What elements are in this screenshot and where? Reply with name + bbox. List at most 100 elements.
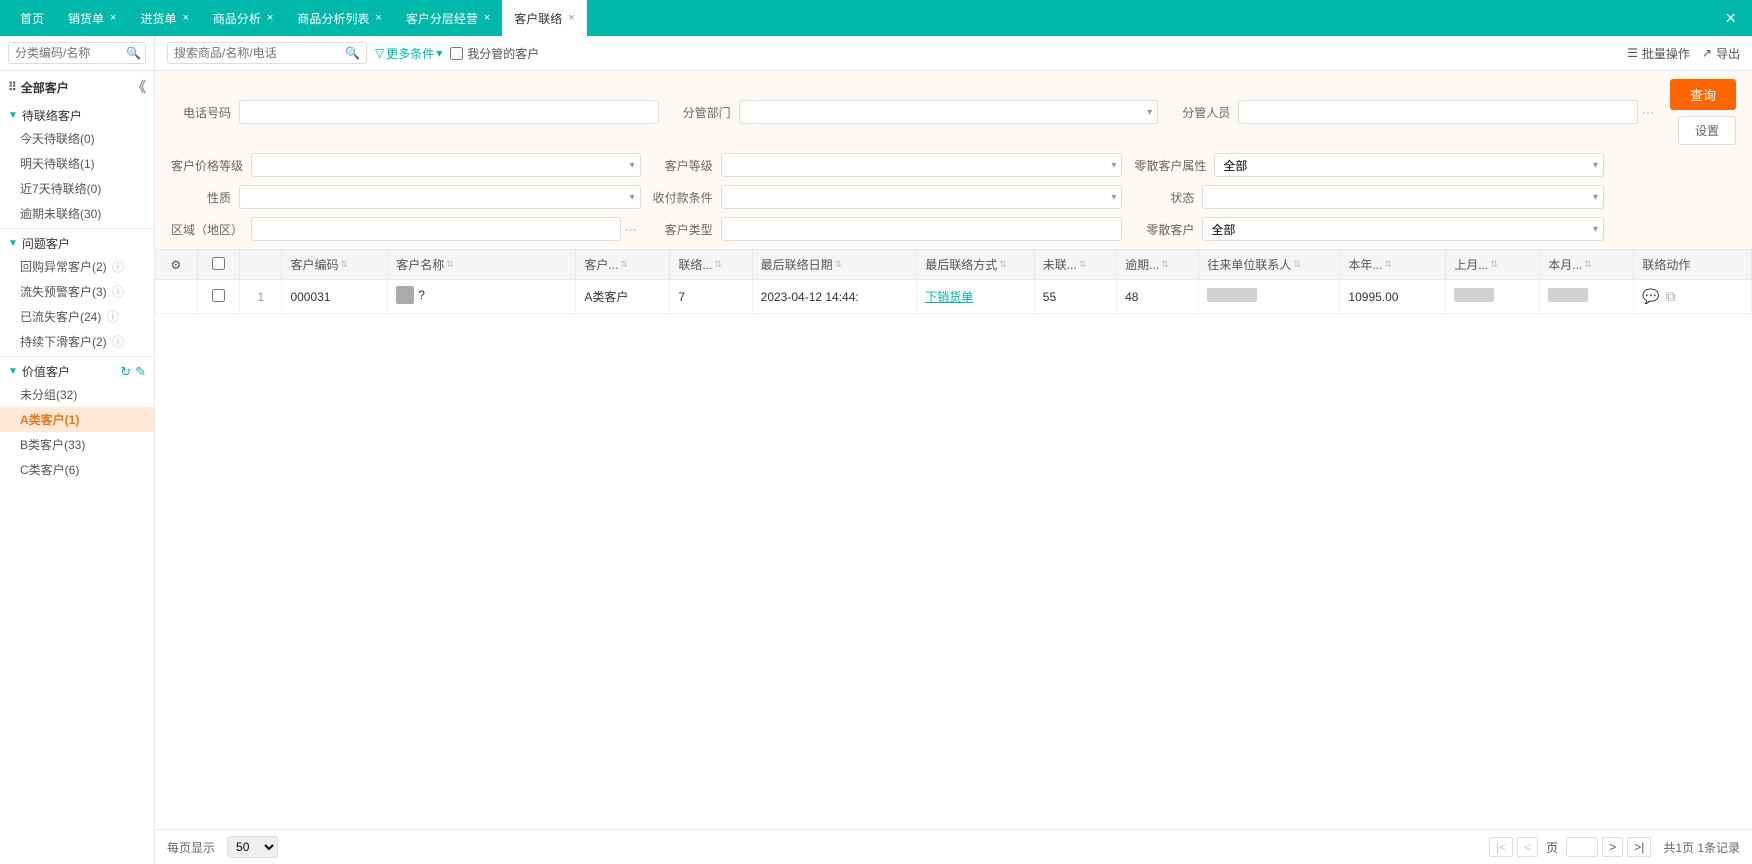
- sidebar-item-overdue-contact[interactable]: 逾期未联络(30): [0, 201, 154, 226]
- nav-sales-order[interactable]: 销货单 ×: [56, 0, 128, 36]
- filter-search-input[interactable]: [174, 46, 341, 60]
- nav-product-analysis[interactable]: 商品分析 ×: [201, 0, 285, 36]
- last-page-btn[interactable]: >|: [1627, 837, 1651, 857]
- filter-nature-select[interactable]: [239, 185, 641, 209]
- row-not-contacted-cell: 55: [1034, 280, 1116, 314]
- region-dots-icon[interactable]: ···: [621, 222, 641, 236]
- filter-price-level-select[interactable]: [251, 153, 641, 177]
- col-customer-code-header[interactable]: 客户编码⇅: [282, 250, 388, 280]
- refresh-icon[interactable]: ↻: [120, 364, 131, 380]
- close-purchase-order-icon[interactable]: ×: [182, 12, 188, 24]
- sidebar-search-icon[interactable]: 🔍: [126, 46, 141, 60]
- filter-bar: 🔍 ▽ 更多条件 ▾ 我分管的客户 ☰ 批量操作 ↗ 导出: [155, 36, 1752, 71]
- row-check-cell[interactable]: [197, 280, 239, 314]
- col-last-date-header[interactable]: 最后联络日期⇅: [752, 250, 917, 280]
- close-customer-segmentation-icon[interactable]: ×: [484, 12, 490, 24]
- col-last-month-header[interactable]: 上月...⇅: [1446, 250, 1540, 280]
- filter-retail-attr-select[interactable]: [1214, 153, 1604, 177]
- query-button[interactable]: 查询: [1670, 79, 1736, 110]
- close-customer-contact-icon[interactable]: ×: [568, 12, 574, 24]
- col-select-all[interactable]: [197, 250, 239, 280]
- filter-phone-input[interactable]: [239, 100, 659, 124]
- filter-dept-input[interactable]: [739, 100, 1159, 124]
- sidebar: 🔍 ⠿ 全部客户 《 ▼ 待联络客户 今天待联络(0) 明天待联络(1) 近7天…: [0, 36, 155, 864]
- col-prev-contact-header[interactable]: 往来单位联系人⇅: [1199, 250, 1340, 280]
- page-number-input[interactable]: 1: [1566, 837, 1598, 857]
- col-not-contacted-header[interactable]: 未联...⇅: [1034, 250, 1116, 280]
- per-page-select[interactable]: 50 100 200: [227, 836, 278, 858]
- settings-button[interactable]: 设置: [1678, 116, 1736, 145]
- filter-retail-customer-select[interactable]: [1202, 217, 1604, 241]
- nav-customer-segmentation[interactable]: 客户分层经营 ×: [394, 0, 502, 36]
- my-customers-checkbox[interactable]: [450, 47, 463, 60]
- col-this-month-header[interactable]: 本月...⇅: [1540, 250, 1634, 280]
- close-product-analysis-list-icon[interactable]: ×: [375, 12, 381, 24]
- filter-person-input[interactable]: [1238, 100, 1638, 124]
- sidebar-item-b-class[interactable]: B类客户(33): [0, 432, 154, 457]
- first-page-btn[interactable]: |<: [1489, 837, 1513, 857]
- main-layout: 🔍 ⠿ 全部客户 《 ▼ 待联络客户 今天待联络(0) 明天待联络(1) 近7天…: [0, 36, 1752, 864]
- row-this-month-cell: [1540, 280, 1634, 314]
- sidebar-all-customers[interactable]: ⠿ 全部客户 《: [0, 71, 154, 103]
- nav-product-analysis-list[interactable]: 商品分析列表 ×: [285, 0, 393, 36]
- sort-type-icon: ⇅: [620, 259, 628, 270]
- group-problem-customers[interactable]: ▼ 问题客户: [0, 231, 154, 254]
- col-overdue-header[interactable]: 逾期...⇅: [1117, 250, 1199, 280]
- my-customers-filter[interactable]: 我分管的客户: [450, 45, 539, 62]
- row-last-method-cell[interactable]: 下销货单: [917, 280, 1035, 314]
- collapse-sidebar-icon[interactable]: 《: [132, 77, 146, 97]
- close-sales-order-icon[interactable]: ×: [110, 12, 116, 24]
- filter-search-icon[interactable]: 🔍: [345, 46, 360, 60]
- col-this-year-header[interactable]: 本年...⇅: [1340, 250, 1446, 280]
- filter-customer-level-select[interactable]: [721, 153, 1123, 177]
- filter-region-input[interactable]: [251, 217, 621, 241]
- batch-operations-btn[interactable]: ☰ 批量操作: [1627, 45, 1690, 62]
- adv-filter-row-2: 客户价格等级 ▾ 客户等级 ▾ 零散客户属性: [171, 153, 1736, 177]
- filter-dept-label: 分管部门: [671, 104, 731, 121]
- nav-customer-contact[interactable]: 客户联络 ×: [502, 0, 586, 36]
- sidebar-item-tomorrow-pending[interactable]: 明天待联络(1): [0, 151, 154, 176]
- sidebar-item-repurchase-abnormal[interactable]: 回购异常客户(2) ⓘ: [0, 254, 154, 279]
- sidebar-item-ungrouped[interactable]: 未分组(32): [0, 382, 154, 407]
- nav-purchase-order[interactable]: 进货单 ×: [128, 0, 200, 36]
- sidebar-item-a-class[interactable]: A类客户(1): [0, 407, 154, 432]
- nav-home[interactable]: 首页: [8, 0, 56, 36]
- close-product-analysis-icon[interactable]: ×: [267, 12, 273, 24]
- sidebar-item-churned[interactable]: 已流失客户(24) ⓘ: [0, 304, 154, 329]
- prev-page-btn[interactable]: <: [1517, 837, 1538, 857]
- next-page-btn[interactable]: >: [1602, 837, 1623, 857]
- sort-overdue-icon: ⇅: [1161, 259, 1169, 270]
- sidebar-item-c-class[interactable]: C类客户(6): [0, 457, 154, 482]
- filter-customer-level-field: 客户等级 ▾: [653, 153, 1123, 177]
- row-checkbox[interactable]: [212, 289, 225, 302]
- filter-payment-terms-select[interactable]: [721, 185, 1123, 209]
- filter-person-dots-icon[interactable]: ···: [1638, 105, 1658, 119]
- col-last-method-header[interactable]: 最后联络方式⇅: [917, 250, 1035, 280]
- col-customer-type-header[interactable]: 客户...⇅: [576, 250, 670, 280]
- sort-not-contacted-icon: ⇅: [1079, 259, 1087, 270]
- sort-name-icon: ⇅: [446, 259, 454, 270]
- filter-retail-attr-label: 零散客户属性: [1134, 157, 1206, 174]
- filter-customer-type-input[interactable]: [721, 217, 1123, 241]
- sidebar-item-declining[interactable]: 持续下滑客户(2) ⓘ: [0, 329, 154, 354]
- select-all-checkbox[interactable]: [212, 257, 225, 270]
- group-value-customers[interactable]: ▼ 价值客户 ↻ ✎: [0, 359, 154, 382]
- per-page-label: 每页显示: [167, 839, 215, 856]
- row-action-cell: 💬 ⧉: [1634, 280, 1752, 314]
- row-chat-icon[interactable]: 💬: [1642, 288, 1659, 305]
- sidebar-item-today-pending[interactable]: 今天待联络(0): [0, 126, 154, 151]
- export-btn[interactable]: ↗ 导出: [1702, 45, 1740, 62]
- filter-status-field: 状态 ▾: [1134, 185, 1604, 209]
- close-all-tabs-icon[interactable]: ×: [1717, 8, 1744, 29]
- col-gear[interactable]: ⚙: [155, 250, 197, 280]
- sidebar-item-7days-pending[interactable]: 近7天待联络(0): [0, 176, 154, 201]
- arrow-down-icon-3: ▼: [8, 366, 18, 377]
- sidebar-item-churn-warning[interactable]: 流失预警客户(3) ⓘ: [0, 279, 154, 304]
- edit-group-icon[interactable]: ✎: [135, 364, 146, 380]
- filter-more-conditions-btn[interactable]: ▽ 更多条件 ▾: [375, 45, 442, 62]
- col-contact-count-header[interactable]: 联络...⇅: [670, 250, 752, 280]
- group-pending-contact[interactable]: ▼ 待联络客户: [0, 103, 154, 126]
- filter-status-select[interactable]: [1202, 185, 1604, 209]
- col-customer-name-header[interactable]: 客户名称⇅: [388, 250, 576, 280]
- row-link-icon[interactable]: ⧉: [1666, 288, 1676, 305]
